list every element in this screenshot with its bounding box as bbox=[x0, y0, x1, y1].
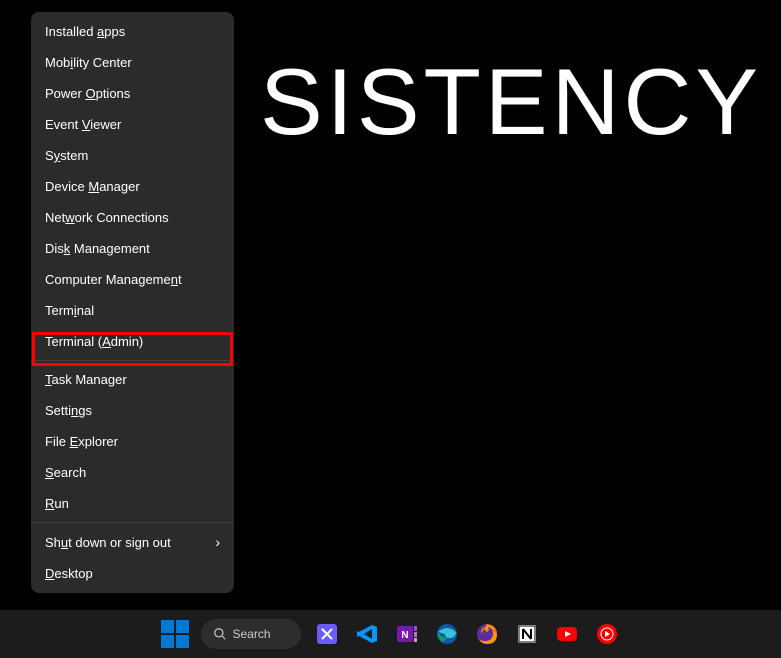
menu-item-device-manager[interactable]: Device Manager bbox=[31, 171, 234, 202]
menu-item-computer-management[interactable]: Computer Management bbox=[31, 264, 234, 295]
menu-item-shut-down-or-sign-out[interactable]: Shut down or sign out › bbox=[31, 526, 234, 558]
menu-item-disk-management[interactable]: Disk Management bbox=[31, 233, 234, 264]
menu-item-label: Computer Management bbox=[45, 272, 182, 287]
svg-text:N: N bbox=[401, 630, 408, 641]
taskbar-notion-icon[interactable] bbox=[513, 620, 541, 648]
menu-item-label: Search bbox=[45, 465, 86, 480]
youtube-icon bbox=[555, 622, 579, 646]
vscode-icon bbox=[355, 622, 379, 646]
winx-context-menu: Installed apps Mobility Center Power Optio… bbox=[31, 12, 234, 593]
menu-separator bbox=[31, 522, 234, 523]
taskbar-onenote-icon[interactable]: N bbox=[393, 620, 421, 648]
onenote-icon: N bbox=[395, 622, 419, 646]
menu-item-label: Settings bbox=[45, 403, 92, 418]
menu-item-event-viewer[interactable]: Event Viewer bbox=[31, 109, 234, 140]
menu-item-label: Run bbox=[45, 496, 69, 511]
edge-icon bbox=[435, 622, 459, 646]
menu-item-mobility-center[interactable]: Mobility Center bbox=[31, 47, 234, 78]
menu-item-label: Mobility Center bbox=[45, 55, 132, 70]
menu-item-label: Network Connections bbox=[45, 210, 169, 225]
taskbar-edge-icon[interactable] bbox=[433, 620, 461, 648]
menu-item-label: Terminal bbox=[45, 303, 94, 318]
desktop-wallpaper-text: SISTENCY bbox=[260, 48, 762, 156]
search-icon bbox=[213, 627, 227, 641]
menu-item-desktop[interactable]: Desktop bbox=[31, 558, 234, 589]
menu-item-terminal[interactable]: Terminal bbox=[31, 295, 234, 326]
taskbar-app-icon-1[interactable] bbox=[313, 620, 341, 648]
menu-item-label: Power Options bbox=[45, 86, 130, 101]
taskbar: Search N bbox=[0, 610, 781, 658]
menu-item-label: Task Manager bbox=[45, 372, 127, 387]
youtube-music-icon bbox=[595, 622, 619, 646]
taskbar-youtube-music-icon[interactable] bbox=[593, 620, 621, 648]
menu-item-label: File Explorer bbox=[45, 434, 118, 449]
menu-item-system[interactable]: System bbox=[31, 140, 234, 171]
start-button[interactable] bbox=[161, 620, 189, 648]
search-placeholder-text: Search bbox=[233, 627, 271, 641]
taskbar-vscode-icon[interactable] bbox=[353, 620, 381, 648]
firefox-icon bbox=[475, 622, 499, 646]
menu-item-label: Shut down or sign out bbox=[45, 535, 171, 550]
menu-separator bbox=[31, 360, 234, 361]
menu-item-label: Desktop bbox=[45, 566, 93, 581]
menu-item-network-connections[interactable]: Network Connections bbox=[31, 202, 234, 233]
menu-item-search[interactable]: Search bbox=[31, 457, 234, 488]
menu-item-installed-apps[interactable]: Installed apps bbox=[31, 16, 234, 47]
menu-item-label: Terminal (Admin) bbox=[45, 334, 143, 349]
notion-icon bbox=[515, 622, 539, 646]
chevron-right-icon: › bbox=[215, 534, 220, 550]
taskbar-firefox-icon[interactable] bbox=[473, 620, 501, 648]
app-icon bbox=[315, 622, 339, 646]
menu-item-settings[interactable]: Settings bbox=[31, 395, 234, 426]
menu-item-power-options[interactable]: Power Options bbox=[31, 78, 234, 109]
taskbar-search-box[interactable]: Search bbox=[201, 619, 301, 649]
menu-item-run[interactable]: Run bbox=[31, 488, 234, 519]
menu-item-label: Device Manager bbox=[45, 179, 140, 194]
menu-item-label: Disk Management bbox=[45, 241, 150, 256]
menu-item-label: Event Viewer bbox=[45, 117, 121, 132]
taskbar-youtube-icon[interactable] bbox=[553, 620, 581, 648]
menu-item-task-manager[interactable]: Task Manager bbox=[31, 364, 234, 395]
menu-item-terminal-admin[interactable]: Terminal (Admin) bbox=[31, 326, 234, 357]
menu-item-label: System bbox=[45, 148, 88, 163]
menu-item-file-explorer[interactable]: File Explorer bbox=[31, 426, 234, 457]
menu-item-label: Installed apps bbox=[45, 24, 125, 39]
